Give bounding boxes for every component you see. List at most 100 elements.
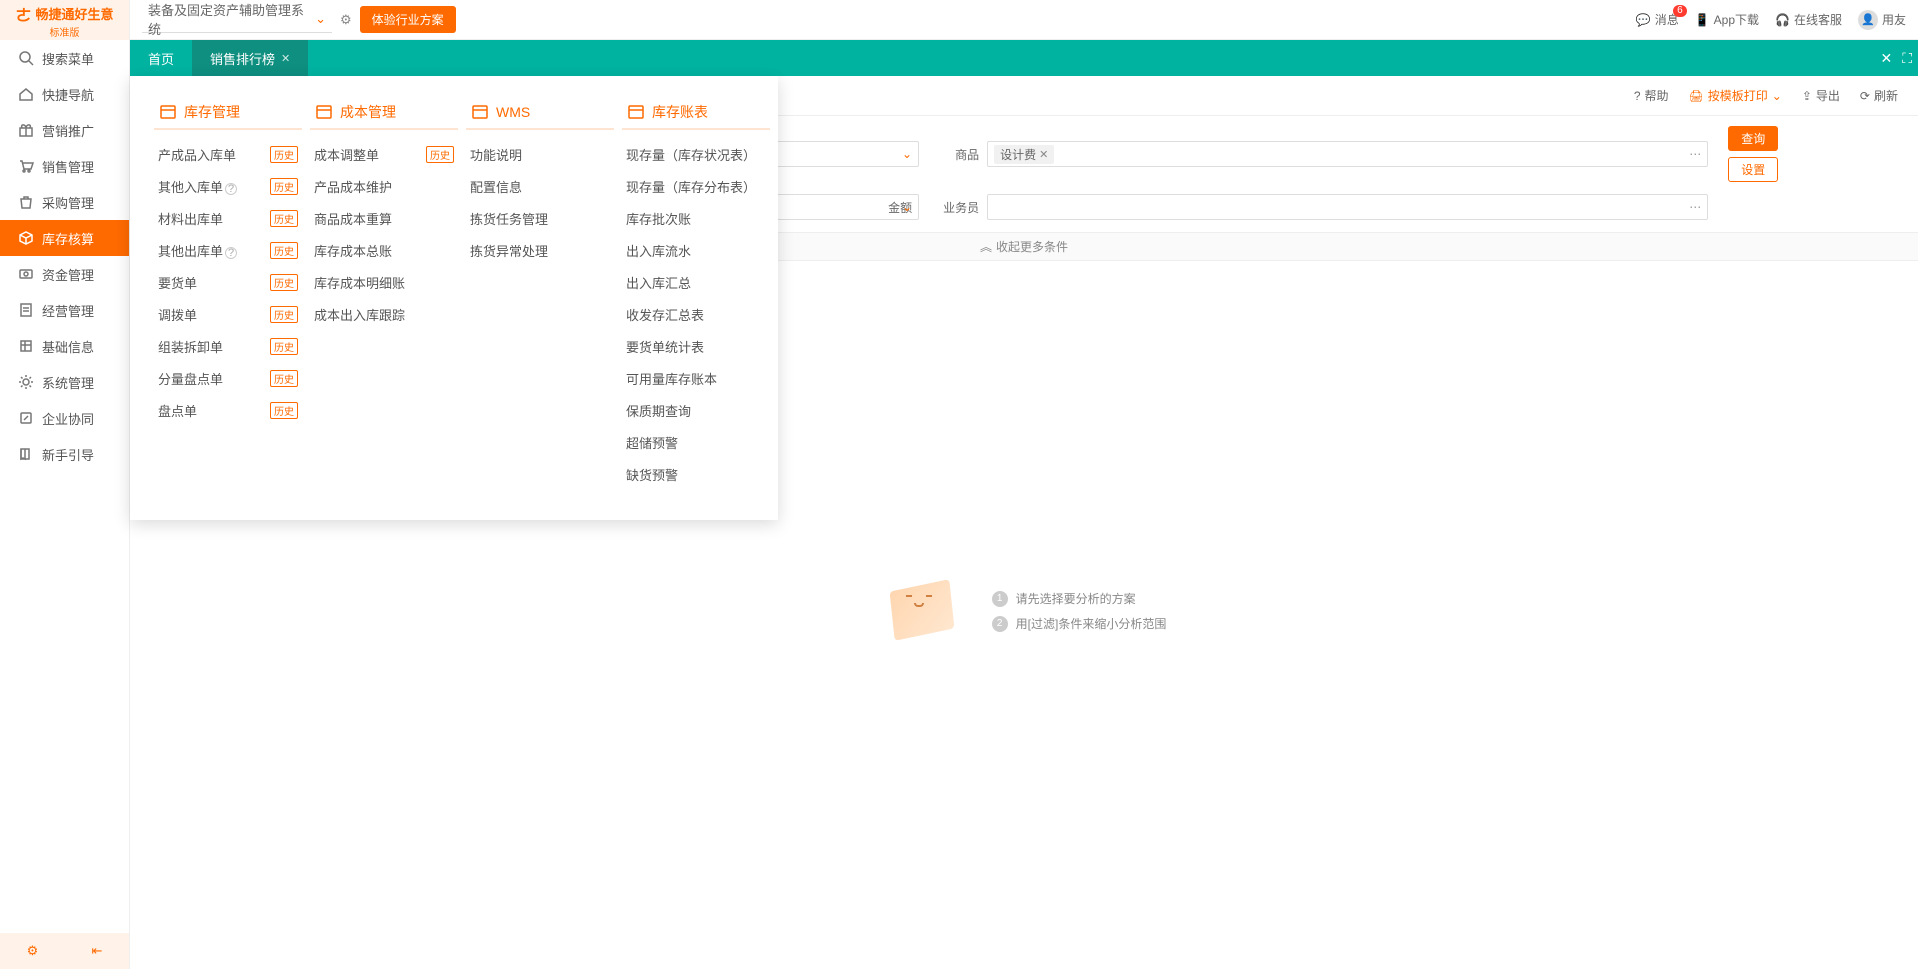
- sidebar-item-box[interactable]: 库存核算: [0, 220, 129, 256]
- tab[interactable]: 首页: [130, 40, 192, 76]
- mega-column-header: 库存管理: [154, 96, 302, 130]
- mega-menu-item[interactable]: 材料出库单历史: [154, 202, 302, 234]
- mega-menu-item[interactable]: 拣货异常处理: [466, 234, 614, 266]
- history-tag[interactable]: 历史: [270, 338, 298, 355]
- category-icon: [314, 102, 334, 122]
- mega-menu-item[interactable]: 功能说明: [466, 138, 614, 170]
- mega-item-label: 出入库汇总: [626, 273, 691, 292]
- mega-menu-item[interactable]: 商品成本重算: [310, 202, 458, 234]
- mega-column-title: 库存账表: [652, 102, 708, 122]
- more-icon[interactable]: ⋯: [1689, 200, 1701, 214]
- filter-salesman-input[interactable]: ⋯: [987, 194, 1708, 220]
- tab-close-all-icon[interactable]: ✕: [1880, 50, 1892, 67]
- mega-item-label: 调拨单: [158, 305, 197, 324]
- sidebar-item-book[interactable]: 新手引导: [0, 436, 129, 472]
- industry-plan-button[interactable]: 体验行业方案: [360, 6, 456, 33]
- mega-item-label: 商品成本重算: [314, 209, 392, 228]
- help-hint-icon[interactable]: ?: [225, 247, 237, 259]
- mega-column-header: 成本管理: [310, 96, 458, 130]
- sidebar-item-gear[interactable]: 系统管理: [0, 364, 129, 400]
- settings-button[interactable]: 设置: [1728, 157, 1778, 182]
- chevron-down-icon: ⌄: [902, 147, 912, 161]
- mega-menu-item[interactable]: 盘点单历史: [154, 394, 302, 426]
- help-link[interactable]: ? 帮助: [1634, 87, 1669, 104]
- mega-menu-item[interactable]: 配置信息: [466, 170, 614, 202]
- tab-fullscreen-icon[interactable]: ⛶: [1902, 50, 1912, 67]
- history-tag[interactable]: 历史: [270, 402, 298, 419]
- mega-menu-item[interactable]: 收发存汇总表: [622, 298, 770, 330]
- mega-menu-item[interactable]: 成本调整单历史: [310, 138, 458, 170]
- mega-menu-item[interactable]: 超储预警: [622, 426, 770, 458]
- mega-menu-item[interactable]: 现存量（库存分布表）: [622, 170, 770, 202]
- mega-menu-item[interactable]: 库存成本明细账: [310, 266, 458, 298]
- mega-menu-item[interactable]: 库存成本总账: [310, 234, 458, 266]
- history-tag[interactable]: 历史: [270, 306, 298, 323]
- mega-column-header: 库存账表: [622, 96, 770, 130]
- mega-menu-item[interactable]: 要货单历史: [154, 266, 302, 298]
- collapse-sidebar-icon[interactable]: ⇤: [91, 943, 102, 959]
- mega-menu-item[interactable]: 出入库汇总: [622, 266, 770, 298]
- tab[interactable]: 销售排行榜✕: [192, 40, 308, 76]
- system-select[interactable]: 装备及固定资产辅助管理系统 ⌄: [142, 7, 332, 33]
- online-service-link[interactable]: 🎧 在线客服: [1775, 11, 1842, 28]
- system-settings-icon[interactable]: ⚙: [340, 12, 352, 28]
- sidebar-item-home[interactable]: 快捷导航: [0, 76, 129, 112]
- tab-close-icon[interactable]: ✕: [281, 52, 290, 65]
- sidebar-item-report[interactable]: 经营管理: [0, 292, 129, 328]
- sidebar-item-search[interactable]: 搜索菜单: [0, 40, 129, 76]
- brand-block[interactable]: ㄜ 畅捷通好生意 标准版: [0, 0, 129, 40]
- mega-menu-item[interactable]: 缺货预警: [622, 458, 770, 490]
- mega-menu-item[interactable]: 成本出入库跟踪: [310, 298, 458, 330]
- category-icon: [470, 102, 490, 122]
- more-icon[interactable]: ⋯: [1689, 147, 1701, 161]
- mega-menu-item[interactable]: 产品成本维护: [310, 170, 458, 202]
- mega-menu-item[interactable]: 可用量库存账本: [622, 362, 770, 394]
- tag-remove-icon[interactable]: ✕: [1039, 148, 1048, 161]
- help-hint-icon[interactable]: ?: [225, 183, 237, 195]
- mega-menu-item[interactable]: 拣货任务管理: [466, 202, 614, 234]
- sidebar-item-label: 资金管理: [42, 265, 94, 284]
- mega-menu-item[interactable]: 要货单统计表: [622, 330, 770, 362]
- refresh-link[interactable]: ⟳ 刷新: [1860, 87, 1898, 104]
- filter-goods-tag[interactable]: 设计费 ✕: [994, 145, 1054, 164]
- settings-gear-icon[interactable]: ⚙: [27, 943, 39, 959]
- history-tag[interactable]: 历史: [270, 370, 298, 387]
- mega-menu-item[interactable]: 其他入库单?历史: [154, 170, 302, 202]
- mega-menu-item[interactable]: 保质期查询: [622, 394, 770, 426]
- mega-menu-item[interactable]: 其他出库单?历史: [154, 234, 302, 266]
- user-menu[interactable]: 👤 用友: [1858, 10, 1906, 30]
- template-print-link[interactable]: 🖨 按模板打印 ⌄: [1689, 87, 1782, 104]
- mega-menu-item[interactable]: 调拨单 历史: [154, 298, 302, 330]
- mega-column: 库存管理 产成品入库单历史 其他入库单?历史 材料出库单历史 其他出库单?历史 …: [154, 96, 302, 490]
- sidebar-item-link[interactable]: 企业协同: [0, 400, 129, 436]
- sidebar-item-money[interactable]: 资金管理: [0, 256, 129, 292]
- mega-menu-item[interactable]: 组装拆卸单历史: [154, 330, 302, 362]
- mega-menu-item[interactable]: 分量盘点单历史: [154, 362, 302, 394]
- history-tag[interactable]: 历史: [270, 178, 298, 195]
- filter-goods-input[interactable]: 设计费 ✕ ⋯: [987, 141, 1708, 167]
- app-download-link[interactable]: 📱 App下载: [1695, 11, 1759, 28]
- mega-menu-item[interactable]: 产成品入库单历史: [154, 138, 302, 170]
- messages-link[interactable]: 💬 消息 6: [1636, 11, 1679, 28]
- history-tag[interactable]: 历史: [270, 274, 298, 291]
- mega-column-title: 成本管理: [340, 102, 396, 122]
- history-tag[interactable]: 历史: [270, 242, 298, 259]
- sidebar-item-data[interactable]: 基础信息: [0, 328, 129, 364]
- mega-menu-item[interactable]: 现存量（库存状况表）: [622, 138, 770, 170]
- mega-menu-item[interactable]: 出入库流水: [622, 234, 770, 266]
- history-tag[interactable]: 历史: [270, 210, 298, 227]
- history-tag[interactable]: 历史: [426, 146, 454, 163]
- sidebar-item-label: 销售管理: [42, 157, 94, 176]
- sidebar-item-cart[interactable]: 销售管理: [0, 148, 129, 184]
- export-link[interactable]: ⇪ 导出: [1802, 87, 1840, 104]
- sidebar-item-bag[interactable]: 采购管理: [0, 184, 129, 220]
- mega-menu-item[interactable]: 库存批次账: [622, 202, 770, 234]
- mega-column-header: WMS: [466, 96, 614, 130]
- sidebar-item-gift[interactable]: 营销推广: [0, 112, 129, 148]
- filter-goods-tag-label: 设计费: [1000, 146, 1036, 163]
- phone-icon: 📱: [1695, 13, 1710, 27]
- history-tag[interactable]: 历史: [270, 146, 298, 163]
- query-button[interactable]: 查询: [1728, 126, 1778, 151]
- empty-illustration: [882, 575, 972, 655]
- data-icon: [18, 338, 34, 354]
